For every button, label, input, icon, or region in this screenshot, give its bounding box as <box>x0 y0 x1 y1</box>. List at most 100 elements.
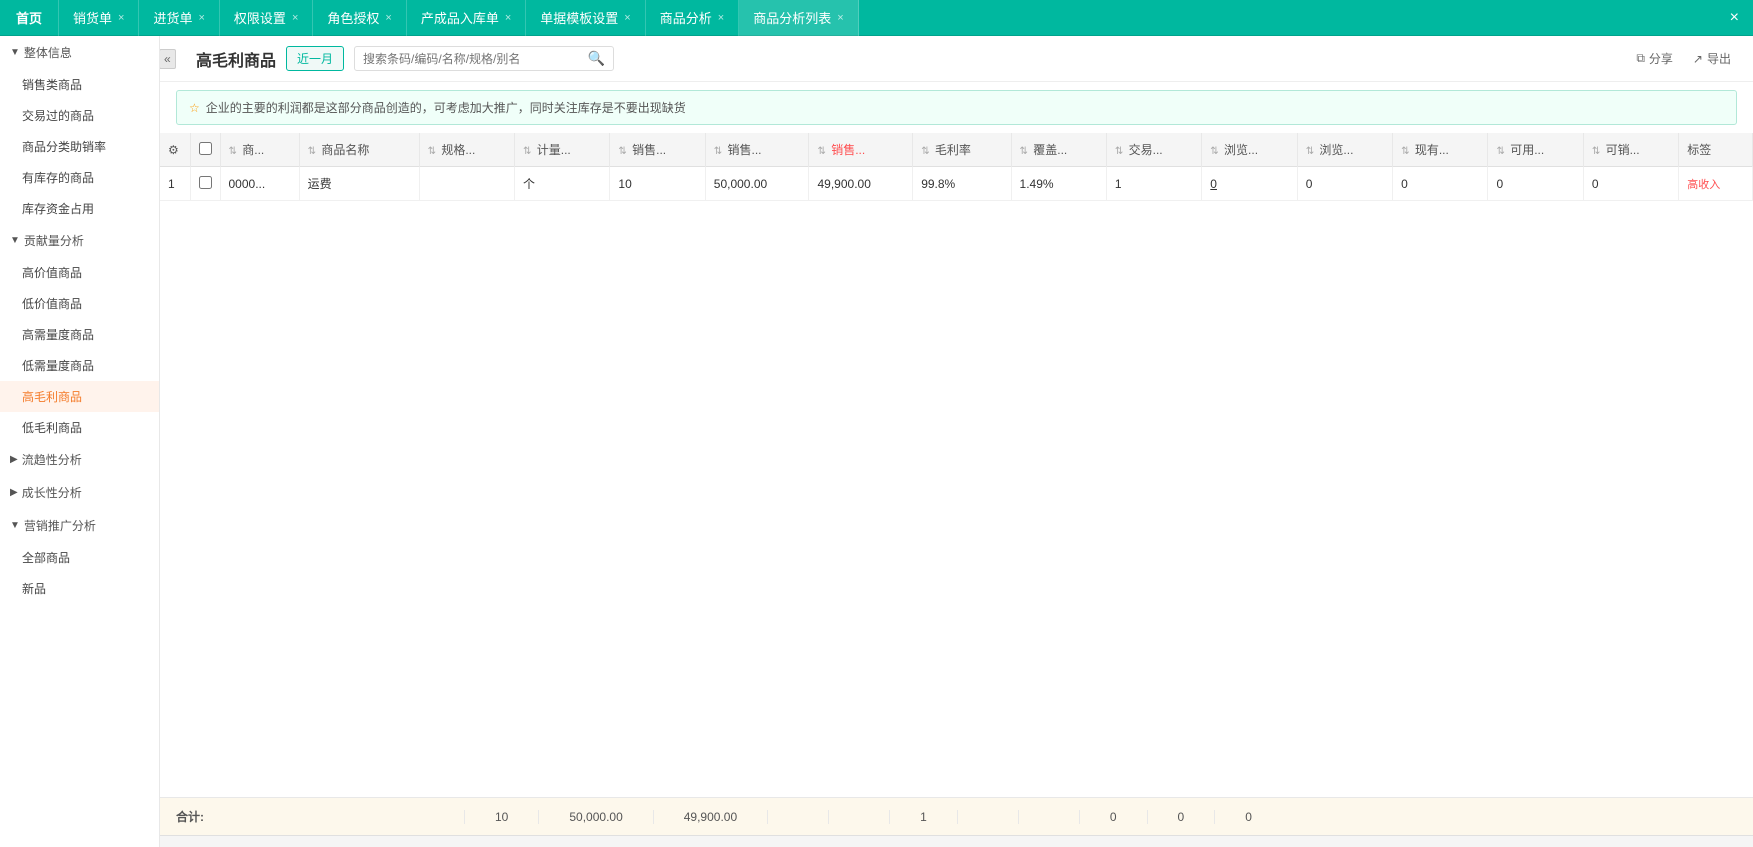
col-browse1[interactable]: ⇅ 浏览... <box>1202 133 1297 167</box>
sidebar-item-low-margin[interactable]: 低毛利商品 <box>0 412 159 443</box>
col-tag[interactable]: 标签 <box>1679 133 1753 167</box>
col-unit[interactable]: ⇅ 计量... <box>515 133 610 167</box>
col-spec[interactable]: ⇅ 规格... <box>419 133 514 167</box>
col-available[interactable]: ⇅ 可用... <box>1488 133 1583 167</box>
chevron-down-icon: ▼ <box>10 520 20 531</box>
data-table-container[interactable]: ⚙ ⇅ 商... ⇅ 商品名称 <box>160 133 1753 797</box>
footer-cell-transactions: 1 <box>889 810 957 824</box>
sidebar-item-low-value[interactable]: 低价值商品 <box>0 288 159 319</box>
sort-icon: ⇅ <box>618 146 626 157</box>
tab-role-auth[interactable]: 角色授权 × <box>313 0 406 36</box>
total-label: 合计: <box>176 808 204 825</box>
sort-icon: ⇅ <box>1306 146 1314 157</box>
sidebar-item-all-goods[interactable]: 全部商品 <box>0 542 159 573</box>
sort-icon: ⇅ <box>1020 146 1028 157</box>
close-icon[interactable]: × <box>385 12 391 24</box>
cell-browse1[interactable]: 0 <box>1202 167 1297 201</box>
cell-sales2: 50,000.00 <box>705 167 809 201</box>
footer-totals: 合计: 10 50,000.00 49,900.00 1 0 0 0 <box>160 797 1753 835</box>
col-sellable[interactable]: ⇅ 可销... <box>1583 133 1678 167</box>
cell-code[interactable]: 0000... <box>220 167 299 201</box>
share-button[interactable]: ⧉ 分享 <box>1630 47 1679 70</box>
col-coverage[interactable]: ⇅ 覆盖... <box>1011 133 1106 167</box>
tab-purchase-order[interactable]: 进货单 × <box>139 0 219 36</box>
sidebar-item-traded-goods[interactable]: 交易过的商品 <box>0 100 159 131</box>
close-icon[interactable]: × <box>624 12 630 24</box>
tab-product-analysis[interactable]: 商品分析 × <box>646 0 739 36</box>
cell-checkbox[interactable] <box>190 167 220 201</box>
col-transactions[interactable]: ⇅ 交易... <box>1106 133 1201 167</box>
cell-current: 0 <box>1393 167 1488 201</box>
tab-product-analysis-list[interactable]: 商品分析列表 × <box>739 0 858 36</box>
table-header-row: ⚙ ⇅ 商... ⇅ 商品名称 <box>160 133 1753 167</box>
col-sales3[interactable]: ⇅ 销售... <box>809 133 913 167</box>
sort-icon: ⇅ <box>308 146 316 157</box>
tab-sales-order[interactable]: 销货单 × <box>59 0 139 36</box>
sort-icon: ⇅ <box>714 146 722 157</box>
cell-gross-rate: 99.8% <box>913 167 1011 201</box>
chevron-right-icon: ▶ <box>10 487 18 498</box>
cell-transactions: 1 <box>1106 167 1201 201</box>
col-browse2[interactable]: ⇅ 浏览... <box>1297 133 1392 167</box>
col-name[interactable]: ⇅ 商品名称 <box>299 133 419 167</box>
tab-permissions[interactable]: 权限设置 × <box>220 0 313 36</box>
sidebar-item-high-demand[interactable]: 高需量度商品 <box>0 319 159 350</box>
cell-spec <box>419 167 514 201</box>
search-input[interactable] <box>363 52 588 66</box>
chevron-down-icon: ▼ <box>10 235 20 246</box>
filter-period-button[interactable]: 近一月 <box>286 46 344 71</box>
sidebar-item-stock-fund[interactable]: 库存资金占用 <box>0 193 159 224</box>
sidebar-group-trend[interactable]: ▶ 流趋性分析 <box>0 443 159 476</box>
col-sales1[interactable]: ⇅ 销售... <box>610 133 705 167</box>
close-icon[interactable]: × <box>837 12 843 24</box>
collapse-sidebar-button[interactable]: « <box>160 49 176 69</box>
sidebar-item-high-margin[interactable]: 高毛利商品 <box>0 381 159 412</box>
footer-cell-sellable: 0 <box>1214 810 1282 824</box>
sidebar-item-instock-goods[interactable]: 有库存的商品 <box>0 162 159 193</box>
close-icon[interactable]: × <box>118 12 124 24</box>
sidebar-item-new-goods[interactable]: 新品 <box>0 573 159 604</box>
row-checkbox[interactable] <box>199 176 212 189</box>
close-icon[interactable]: × <box>718 12 724 24</box>
cell-sellable: 0 <box>1583 167 1678 201</box>
sidebar-group-overall[interactable]: ▼ 整体信息 <box>0 36 159 69</box>
col-gross-rate[interactable]: ⇅ 毛利率 <box>913 133 1011 167</box>
sidebar-group-marketing[interactable]: ▼ 营销推广分析 <box>0 509 159 542</box>
cell-index: 1 <box>160 167 190 201</box>
sidebar-group-contribution[interactable]: ▼ 贡献量分析 <box>0 224 159 257</box>
chevron-right-icon: ▶ <box>10 454 18 465</box>
export-button[interactable]: ↗ 导出 <box>1687 47 1737 70</box>
col-code[interactable]: ⇅ 商... <box>220 133 299 167</box>
col-sales2[interactable]: ⇅ 销售... <box>705 133 809 167</box>
close-icon[interactable]: × <box>505 12 511 24</box>
tab-home[interactable]: 首页 <box>0 0 59 36</box>
sidebar-item-category-rate[interactable]: 商品分类助销率 <box>0 131 159 162</box>
footer-cell-sales1: 10 <box>464 810 538 824</box>
sidebar-item-low-demand[interactable]: 低需量度商品 <box>0 350 159 381</box>
sidebar-group-growth[interactable]: ▶ 成长性分析 <box>0 476 159 509</box>
footer-cell-available: 0 <box>1147 810 1215 824</box>
tab-product-inbound[interactable]: 产成品入库单 × <box>407 0 526 36</box>
select-all-checkbox[interactable] <box>199 142 212 155</box>
cell-sales3: 49,900.00 <box>809 167 913 201</box>
close-icon[interactable]: × <box>198 12 204 24</box>
horizontal-scrollbar[interactable] <box>160 835 1753 847</box>
close-all-button[interactable]: × <box>1716 0 1753 36</box>
sort-icon: ⇅ <box>817 146 825 157</box>
search-box[interactable]: 🔍 <box>354 46 614 71</box>
close-icon[interactable]: × <box>292 12 298 24</box>
chevron-down-icon: ▼ <box>10 47 20 58</box>
sort-icon: ⇅ <box>1210 146 1218 157</box>
sidebar: ▼ 整体信息 销售类商品 交易过的商品 商品分类助销率 有库存的商品 库存资金占… <box>0 36 160 847</box>
col-checkbox[interactable] <box>190 133 220 167</box>
sort-icon: ⇅ <box>1115 146 1123 157</box>
header-actions: ⧉ 分享 ↗ 导出 <box>1630 47 1737 70</box>
sidebar-item-high-value[interactable]: 高价值商品 <box>0 257 159 288</box>
col-settings[interactable]: ⚙ <box>160 133 190 167</box>
cell-name: 运费 <box>299 167 419 201</box>
footer-cell-browse2 <box>1018 810 1079 824</box>
tab-template-settings[interactable]: 单据模板设置 × <box>526 0 645 36</box>
col-current-stock[interactable]: ⇅ 现有... <box>1393 133 1488 167</box>
sidebar-item-sales-goods[interactable]: 销售类商品 <box>0 69 159 100</box>
footer-cell-coverage <box>828 810 889 824</box>
